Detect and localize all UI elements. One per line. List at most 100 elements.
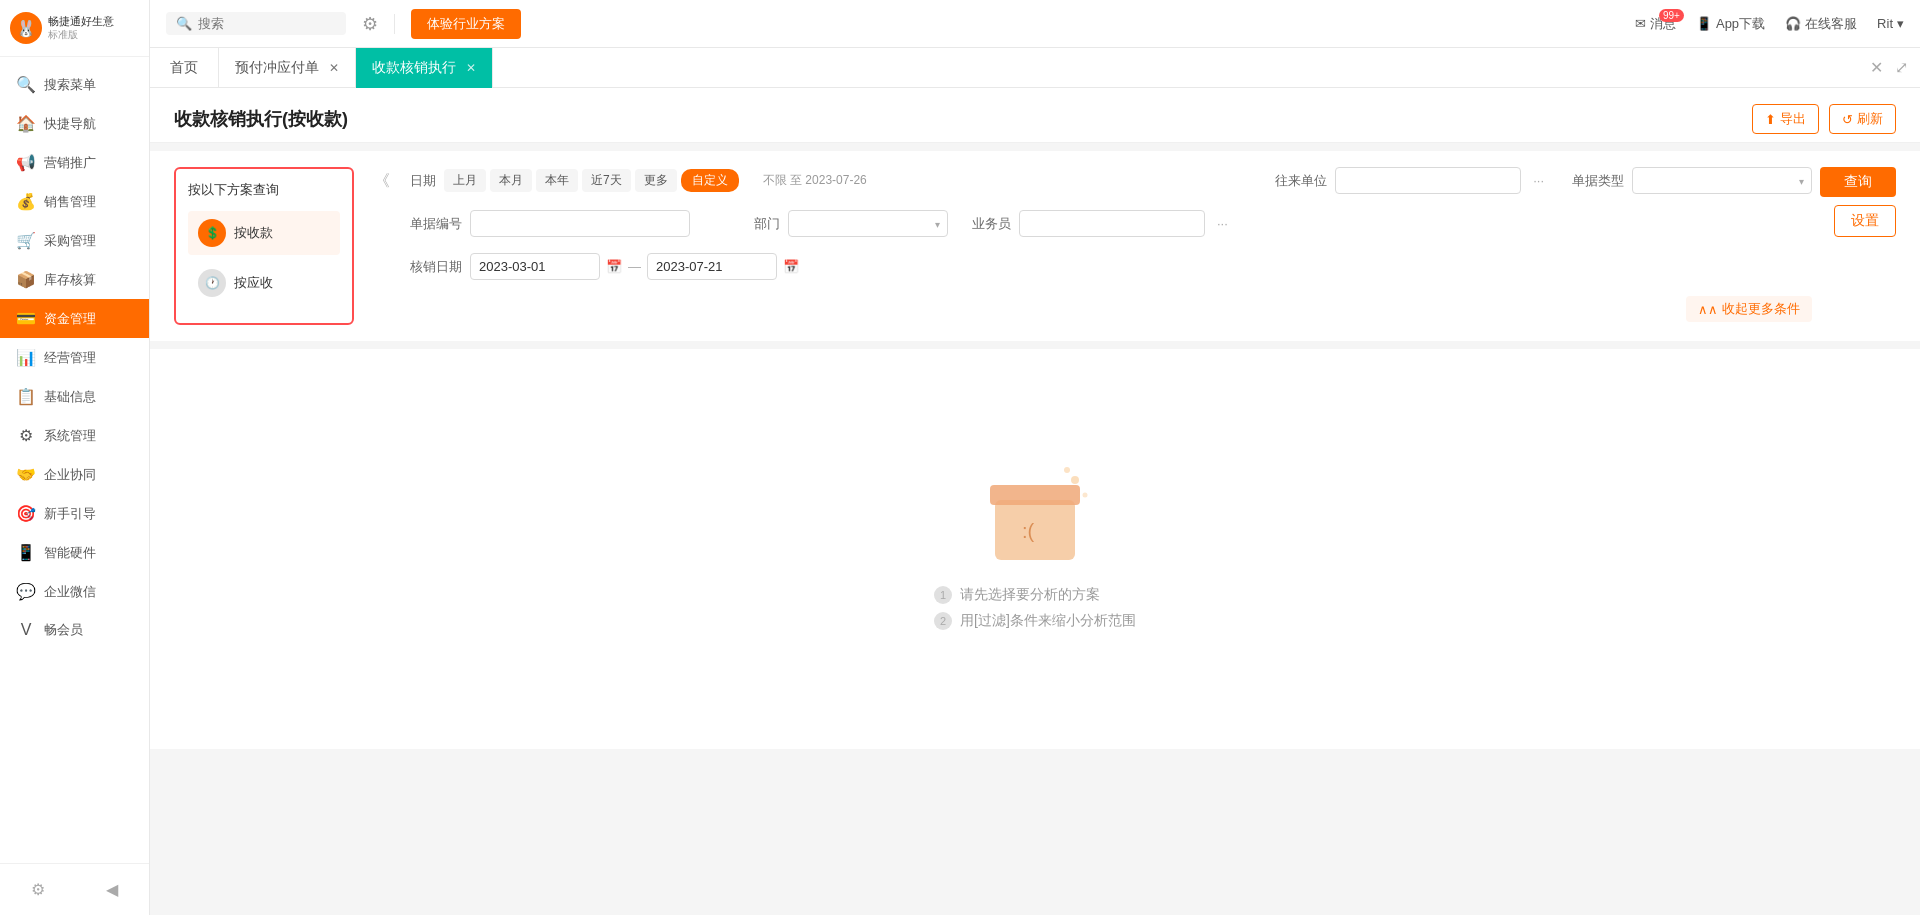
- search-input[interactable]: [198, 16, 318, 31]
- date-btn-more[interactable]: 更多: [635, 169, 677, 192]
- solution-button[interactable]: 体验行业方案: [411, 9, 521, 39]
- svg-point-4: [1083, 493, 1088, 498]
- filter-option-by-receipt[interactable]: 💲 按收款: [188, 211, 340, 255]
- sidebar-item-label: 经营管理: [44, 349, 96, 367]
- service-label: 在线客服: [1805, 15, 1857, 33]
- refresh-icon: ↺: [1842, 112, 1853, 127]
- collapse-sidebar-button[interactable]: ◀: [98, 872, 126, 907]
- empty-illustration: :(: [975, 460, 1095, 570]
- sidebar-item-wechat[interactable]: 💬 企业微信: [0, 572, 149, 611]
- sidebar-item-operation[interactable]: 📊 经营管理: [0, 338, 149, 377]
- tab-prepay-close-icon[interactable]: ✕: [329, 61, 339, 75]
- date-btn-this-month[interactable]: 本月: [490, 169, 532, 192]
- tab-expand-icon[interactable]: ⤢: [1895, 58, 1908, 77]
- svg-point-3: [1071, 476, 1079, 484]
- sidebar-item-hardware[interactable]: 📱 智能硬件: [0, 533, 149, 572]
- svg-rect-0: [995, 500, 1075, 560]
- sidebar-item-label: 采购管理: [44, 232, 96, 250]
- sidebar-item-label: 企业微信: [44, 583, 96, 601]
- logo-icon: 🐰: [10, 12, 42, 44]
- user-profile-button[interactable]: Rit ▾: [1877, 16, 1904, 31]
- sidebar-item-search[interactable]: 🔍 搜索菜单: [0, 65, 149, 104]
- filter-scheme-title: 按以下方案查询: [188, 181, 340, 199]
- tab-prepay[interactable]: 预付冲应付单 ✕: [219, 48, 356, 88]
- topbar-divider: [394, 14, 395, 34]
- sidebar-item-basic[interactable]: 📋 基础信息: [0, 377, 149, 416]
- settings-bottom-icon[interactable]: ⚙: [23, 872, 53, 907]
- sidebar-item-purchase[interactable]: 🛒 采购管理: [0, 221, 149, 260]
- sidebar-item-inventory[interactable]: 📦 库存核算: [0, 260, 149, 299]
- settings-button[interactable]: 设置: [1834, 205, 1896, 237]
- staff-field: 业务员 ···: [972, 210, 1232, 237]
- tab-collection-close-icon[interactable]: ✕: [466, 61, 476, 75]
- tab-collection-label: 收款核销执行: [372, 59, 456, 77]
- verify-date-end-input[interactable]: [647, 253, 777, 280]
- svg-text::(: :(: [1022, 520, 1035, 542]
- doc-no-input[interactable]: [470, 210, 690, 237]
- sidebar-item-label: 资金管理: [44, 310, 96, 328]
- date-quick-buttons: 上月 本月 本年 近7天 更多 自定义: [444, 169, 739, 192]
- sidebar-item-enterprise[interactable]: 🤝 企业协同: [0, 455, 149, 494]
- collapse-more-button[interactable]: ∧∧ 收起更多条件: [1686, 296, 1812, 322]
- basic-icon: 📋: [16, 387, 36, 406]
- sidebar-item-guide[interactable]: 🎯 新手引导: [0, 494, 149, 533]
- date-btn-7days[interactable]: 近7天: [582, 169, 631, 192]
- tab-controls: ✕ ⤢: [1858, 58, 1920, 77]
- dept-select[interactable]: [788, 210, 948, 237]
- staff-more-icon[interactable]: ···: [1213, 216, 1232, 231]
- search-box[interactable]: 🔍: [166, 12, 346, 35]
- sidebar-item-fund[interactable]: 💳 资金管理: [0, 299, 149, 338]
- online-service-button[interactable]: 🎧 在线客服: [1785, 15, 1857, 33]
- topbar-right: ✉ 消息 99+ 📱 App下载 🎧 在线客服 Rit ▾: [1635, 15, 1904, 33]
- app-download-button[interactable]: 📱 App下载: [1696, 15, 1765, 33]
- filter-left-collapse-button[interactable]: 《: [370, 171, 394, 192]
- sidebar-item-quick-nav[interactable]: 🏠 快捷导航: [0, 104, 149, 143]
- tab-home[interactable]: 首页: [150, 48, 219, 88]
- app-name: 畅捷通好生意: [48, 14, 114, 28]
- sidebar-item-label: 系统管理: [44, 427, 96, 445]
- gear-icon[interactable]: ⚙: [362, 13, 378, 35]
- message-button[interactable]: ✉ 消息 99+: [1635, 15, 1676, 33]
- tab-collection[interactable]: 收款核销执行 ✕: [356, 48, 493, 88]
- verify-date-end-calendar-icon[interactable]: 📅: [783, 259, 799, 274]
- date-btn-last-month[interactable]: 上月: [444, 169, 486, 192]
- query-button[interactable]: 查询: [1820, 167, 1896, 197]
- sidebar-bottom: ⚙ ◀: [0, 863, 149, 915]
- sidebar-item-label: 快捷导航: [44, 115, 96, 133]
- counterpart-field: 往来单位 ···: [1275, 167, 1548, 194]
- sidebar-item-sales[interactable]: 💰 销售管理: [0, 182, 149, 221]
- filter-scheme-panel: 按以下方案查询 💲 按收款 🕐 按应收: [174, 167, 354, 325]
- operation-icon: 📊: [16, 348, 36, 367]
- staff-input[interactable]: [1019, 210, 1205, 237]
- hardware-icon: 📱: [16, 543, 36, 562]
- verify-date-start-calendar-icon[interactable]: 📅: [606, 259, 622, 274]
- sidebar-item-marketing[interactable]: 📢 营销推广: [0, 143, 149, 182]
- sidebar-item-label: 新手引导: [44, 505, 96, 523]
- tabbar: 首页 预付冲应付单 ✕ 收款核销执行 ✕ ✕ ⤢: [150, 48, 1920, 88]
- inventory-icon: 📦: [16, 270, 36, 289]
- refresh-button[interactable]: ↺ 刷新: [1829, 104, 1896, 134]
- date-range-hint: 不限 至 2023-07-26: [763, 172, 867, 189]
- date-btn-custom[interactable]: 自定义: [681, 169, 739, 192]
- sidebar-item-system[interactable]: ⚙ 系统管理: [0, 416, 149, 455]
- counterpart-input[interactable]: [1335, 167, 1521, 194]
- content-body: :( 1 请先选择要分析的方案 2 用[过滤]条件来缩小分析范围: [150, 349, 1920, 749]
- verify-date-start-input[interactable]: [470, 253, 600, 280]
- filter-option-by-receivable[interactable]: 🕐 按应收: [188, 261, 340, 305]
- date-btn-this-year[interactable]: 本年: [536, 169, 578, 192]
- svg-rect-1: [990, 485, 1080, 505]
- counterpart-more-icon[interactable]: ···: [1529, 173, 1548, 188]
- date-range-separator: —: [628, 259, 641, 274]
- tab-close-window-icon[interactable]: ✕: [1870, 58, 1883, 77]
- empty-svg-illustration: :(: [975, 460, 1095, 570]
- filter-row-3: 核销日期 📅 — 📅: [410, 253, 1812, 280]
- receipt-scheme-label: 按收款: [234, 224, 273, 242]
- doc-type-select[interactable]: [1632, 167, 1812, 194]
- page-title: 收款核销执行(按收款): [174, 107, 348, 131]
- query-settings-group: 查询 设置: [1820, 167, 1896, 237]
- collapse-up-icon: ∧∧: [1698, 302, 1718, 317]
- sidebar-item-vip[interactable]: V 畅会员: [0, 611, 149, 649]
- staff-label: 业务员: [972, 215, 1011, 233]
- sidebar-item-label: 销售管理: [44, 193, 96, 211]
- export-button[interactable]: ⬆ 导出: [1752, 104, 1819, 134]
